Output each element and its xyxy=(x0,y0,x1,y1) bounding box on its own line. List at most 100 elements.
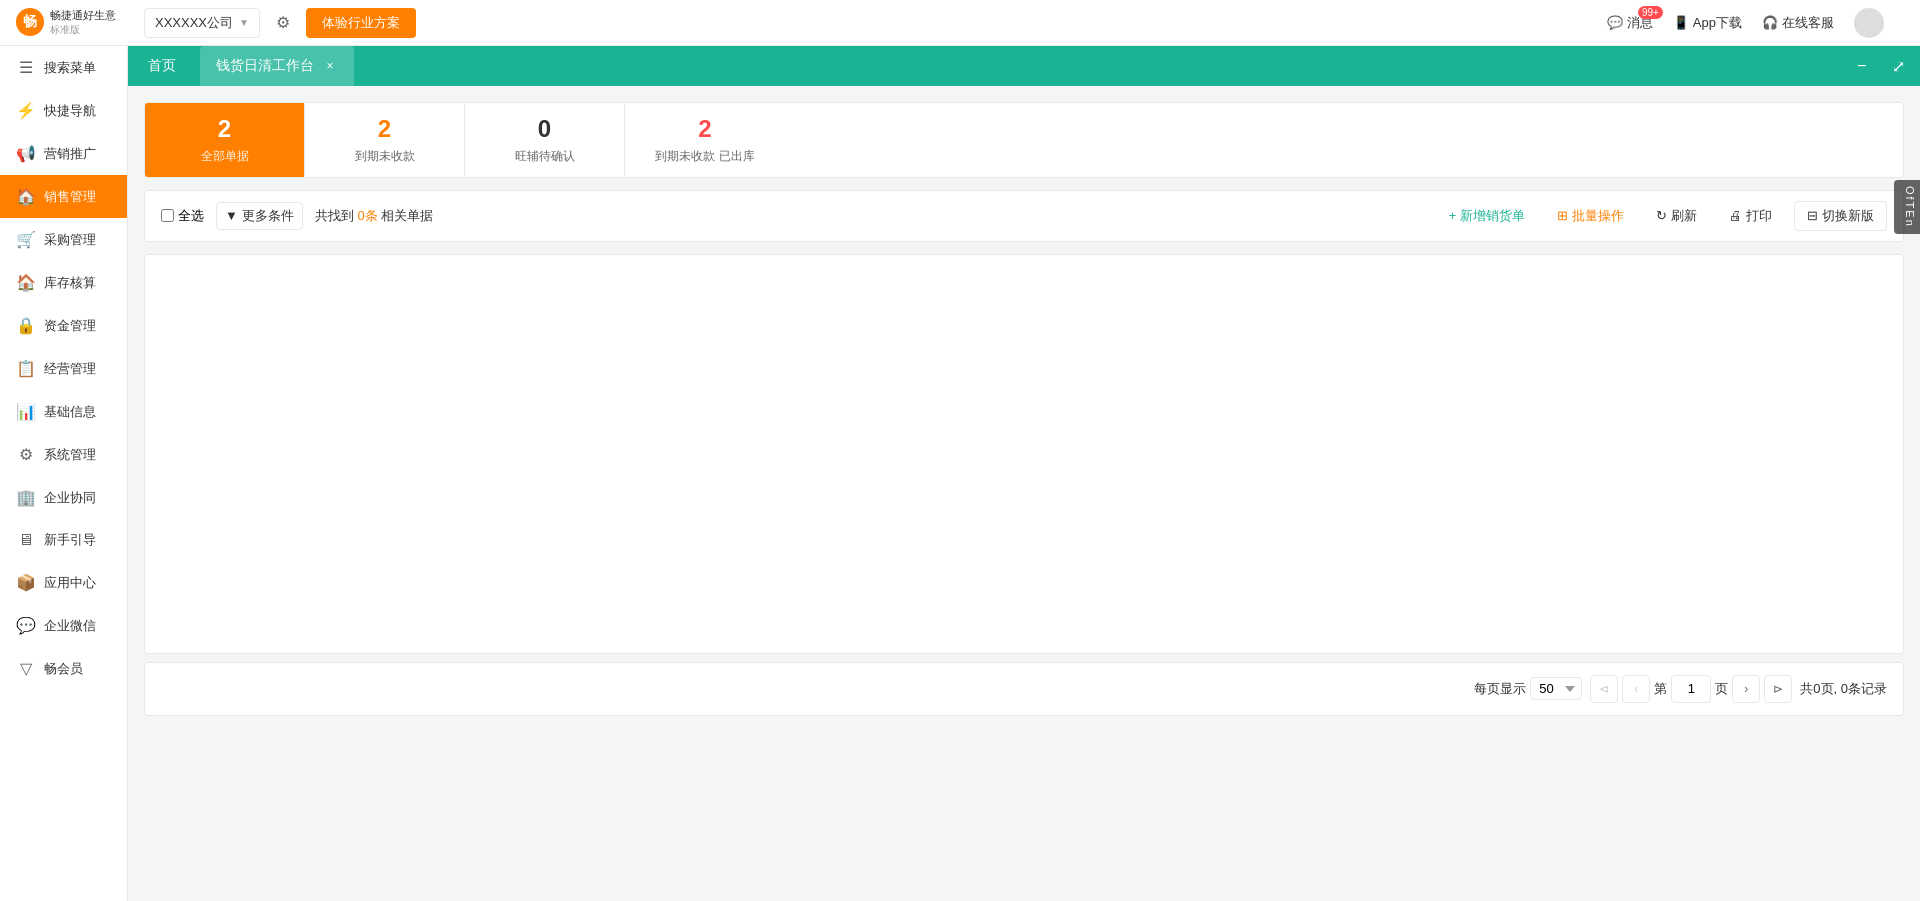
page-input[interactable] xyxy=(1671,675,1711,703)
found-suffix: 相关单据 xyxy=(381,208,433,223)
trial-button[interactable]: 体验行业方案 xyxy=(306,8,416,38)
company-name: XXXXXX公司 xyxy=(155,14,233,32)
inventory-icon: 🏠 xyxy=(16,273,36,292)
stats-tabs: 2 全部单据 2 到期未收款 0 旺辅待确认 2 到期未收款 已出库 xyxy=(144,102,1904,178)
filter-icon: ▼ xyxy=(225,208,238,223)
tab-bar: 首页 钱货日清工作台 × − ⤢ xyxy=(128,46,1920,86)
system-icon: ⚙ xyxy=(16,445,36,464)
prev-page-btn[interactable]: ‹ xyxy=(1622,675,1650,703)
page-nav: ⊲ ‹ 第 页 › ⊳ xyxy=(1590,675,1792,703)
sidebar-item-weixin[interactable]: 💬 企业微信 xyxy=(0,604,127,647)
app-center-icon: 📦 xyxy=(16,573,36,592)
finance-icon: 🔒 xyxy=(16,316,36,335)
top-header: 畅 畅捷通好生意 标准版 XXXXXX公司 ▼ ⚙ 体验行业方案 💬 消息 99… xyxy=(0,0,1920,46)
logo-text: 畅捷通好生意 xyxy=(50,8,116,22)
page-size-select: 每页显示 10 20 50 100 xyxy=(1474,677,1582,700)
switch-label: 切换新版 xyxy=(1822,207,1874,225)
sidebar-guide-label: 新手引导 xyxy=(44,531,96,549)
batch-label: 批量操作 xyxy=(1572,207,1624,225)
sidebar-item-basic-info[interactable]: 📊 基础信息 xyxy=(0,390,127,433)
sidebar-item-search[interactable]: ☰ 搜索菜单 xyxy=(0,46,127,89)
sidebar-item-operations[interactable]: 📋 经营管理 xyxy=(0,347,127,390)
main-content: 2 全部单据 2 到期未收款 0 旺辅待确认 2 到期未收款 已出库 全选 ▼ … xyxy=(128,86,1920,901)
batch-icon: ⊞ xyxy=(1557,208,1568,223)
sidebar-item-marketing[interactable]: 📢 营销推广 xyxy=(0,132,127,175)
switch-icon: ⊟ xyxy=(1807,208,1818,223)
tab-work-bench-label: 钱货日清工作台 xyxy=(216,57,314,75)
sidebar-marketing-label: 营销推广 xyxy=(44,145,96,163)
stats-tab-overdue-shipped[interactable]: 2 到期未收款 已出库 xyxy=(625,103,785,177)
new-order-btn[interactable]: + 新增销货单 xyxy=(1439,202,1535,230)
found-text: 共找到 0条 相关单据 xyxy=(315,207,433,225)
page-label-text: 第 xyxy=(1654,680,1667,698)
operations-icon: 📋 xyxy=(16,359,36,378)
refresh-label: 刷新 xyxy=(1671,207,1697,225)
sidebar-item-guide[interactable]: 🖥 新手引导 xyxy=(0,519,127,561)
found-count: 0条 xyxy=(358,208,378,223)
logo-sub: 标准版 xyxy=(50,23,116,37)
online-service-btn[interactable]: 🎧 在线客服 xyxy=(1762,14,1834,32)
stats-tab-overdue-shipped-label: 到期未收款 已出库 xyxy=(641,148,769,165)
print-btn[interactable]: 🖨 打印 xyxy=(1719,202,1782,230)
sidebar-basic-info-label: 基础信息 xyxy=(44,403,96,421)
stats-tab-wangwang-label: 旺辅待确认 xyxy=(481,148,608,165)
enterprise-icon: 🏢 xyxy=(16,488,36,507)
per-page-dropdown[interactable]: 10 20 50 100 xyxy=(1530,677,1582,700)
stats-tab-overdue[interactable]: 2 到期未收款 xyxy=(305,103,465,177)
message-btn[interactable]: 💬 消息 99+ xyxy=(1607,14,1653,32)
app-download-btn[interactable]: 📱 App下载 xyxy=(1673,14,1742,32)
page-label-unit: 页 xyxy=(1715,680,1728,698)
download-icon: 📱 xyxy=(1673,15,1689,30)
sidebar-enterprise-label: 企业协同 xyxy=(44,489,96,507)
message-badge: 99+ xyxy=(1638,6,1663,19)
sidebar-item-quick-nav[interactable]: ⚡ 快捷导航 xyxy=(0,89,127,132)
sidebar: ☰ 搜索菜单 ⚡ 快捷导航 📢 营销推广 🏠 销售管理 🛒 采购管理 🏠 库存核… xyxy=(0,46,128,901)
sidebar-item-finance[interactable]: 🔒 资金管理 xyxy=(0,304,127,347)
sidebar-item-app-center[interactable]: 📦 应用中心 xyxy=(0,561,127,604)
sidebar-item-purchase[interactable]: 🛒 采购管理 xyxy=(0,218,127,261)
sidebar-finance-label: 资金管理 xyxy=(44,317,96,335)
per-page-label: 每页显示 xyxy=(1474,680,1526,698)
batch-btn[interactable]: ⊞ 批量操作 xyxy=(1547,202,1634,230)
tab-maximize-btn[interactable]: ⤢ xyxy=(1884,52,1912,80)
sidebar-item-enterprise[interactable]: 🏢 企业协同 xyxy=(0,476,127,519)
toolbar-right: + 新增销货单 ⊞ 批量操作 ↻ 刷新 🖨 打印 ⊟ 切换新版 xyxy=(1439,201,1887,231)
filter-label: 更多条件 xyxy=(242,207,294,225)
found-prefix: 共找到 xyxy=(315,208,354,223)
sidebar-item-member[interactable]: ▽ 畅会员 xyxy=(0,647,127,690)
tab-minimize-btn[interactable]: − xyxy=(1848,52,1876,80)
message-icon: 💬 xyxy=(1607,15,1623,30)
next-page-btn[interactable]: › xyxy=(1732,675,1760,703)
total-text: 共0页, 0条记录 xyxy=(1800,680,1887,698)
select-all-input[interactable] xyxy=(161,209,174,222)
switch-new-btn[interactable]: ⊟ 切换新版 xyxy=(1794,201,1887,231)
print-icon: 🖨 xyxy=(1729,208,1742,223)
sidebar-search-label: 搜索菜单 xyxy=(44,59,96,77)
last-page-btn[interactable]: ⊳ xyxy=(1764,675,1792,703)
weixin-icon: 💬 xyxy=(16,616,36,635)
tab-work-bench[interactable]: 钱货日清工作台 × xyxy=(200,46,354,86)
tab-home[interactable]: 首页 xyxy=(128,46,196,86)
sidebar-inventory-label: 库存核算 xyxy=(44,274,96,292)
select-all-checkbox[interactable]: 全选 xyxy=(161,207,204,225)
often-label[interactable]: OfTEn xyxy=(1894,180,1920,234)
guide-icon: 🖥 xyxy=(16,531,36,549)
sidebar-item-system[interactable]: ⚙ 系统管理 xyxy=(0,433,127,476)
select-all-label: 全选 xyxy=(178,207,204,225)
stats-tab-wangwang[interactable]: 0 旺辅待确认 xyxy=(465,103,625,177)
avatar[interactable] xyxy=(1854,8,1884,38)
marketing-icon: 📢 xyxy=(16,144,36,163)
sidebar-system-label: 系统管理 xyxy=(44,446,96,464)
filter-btn[interactable]: ▼ 更多条件 xyxy=(216,202,303,230)
sidebar-item-sales[interactable]: 🏠 销售管理 xyxy=(0,175,127,218)
settings-icon[interactable]: ⚙ xyxy=(268,8,298,38)
logo-area: 畅 畅捷通好生意 标准版 xyxy=(16,8,144,36)
sidebar-item-inventory[interactable]: 🏠 库存核算 xyxy=(0,261,127,304)
company-selector[interactable]: XXXXXX公司 ▼ xyxy=(144,8,260,38)
logo-icon: 畅 xyxy=(16,8,44,36)
first-page-btn[interactable]: ⊲ xyxy=(1590,675,1618,703)
tab-close-icon[interactable]: × xyxy=(322,58,338,74)
refresh-btn[interactable]: ↻ 刷新 xyxy=(1646,202,1707,230)
service-icon: 🎧 xyxy=(1762,15,1778,30)
stats-tab-all[interactable]: 2 全部单据 xyxy=(145,103,305,177)
